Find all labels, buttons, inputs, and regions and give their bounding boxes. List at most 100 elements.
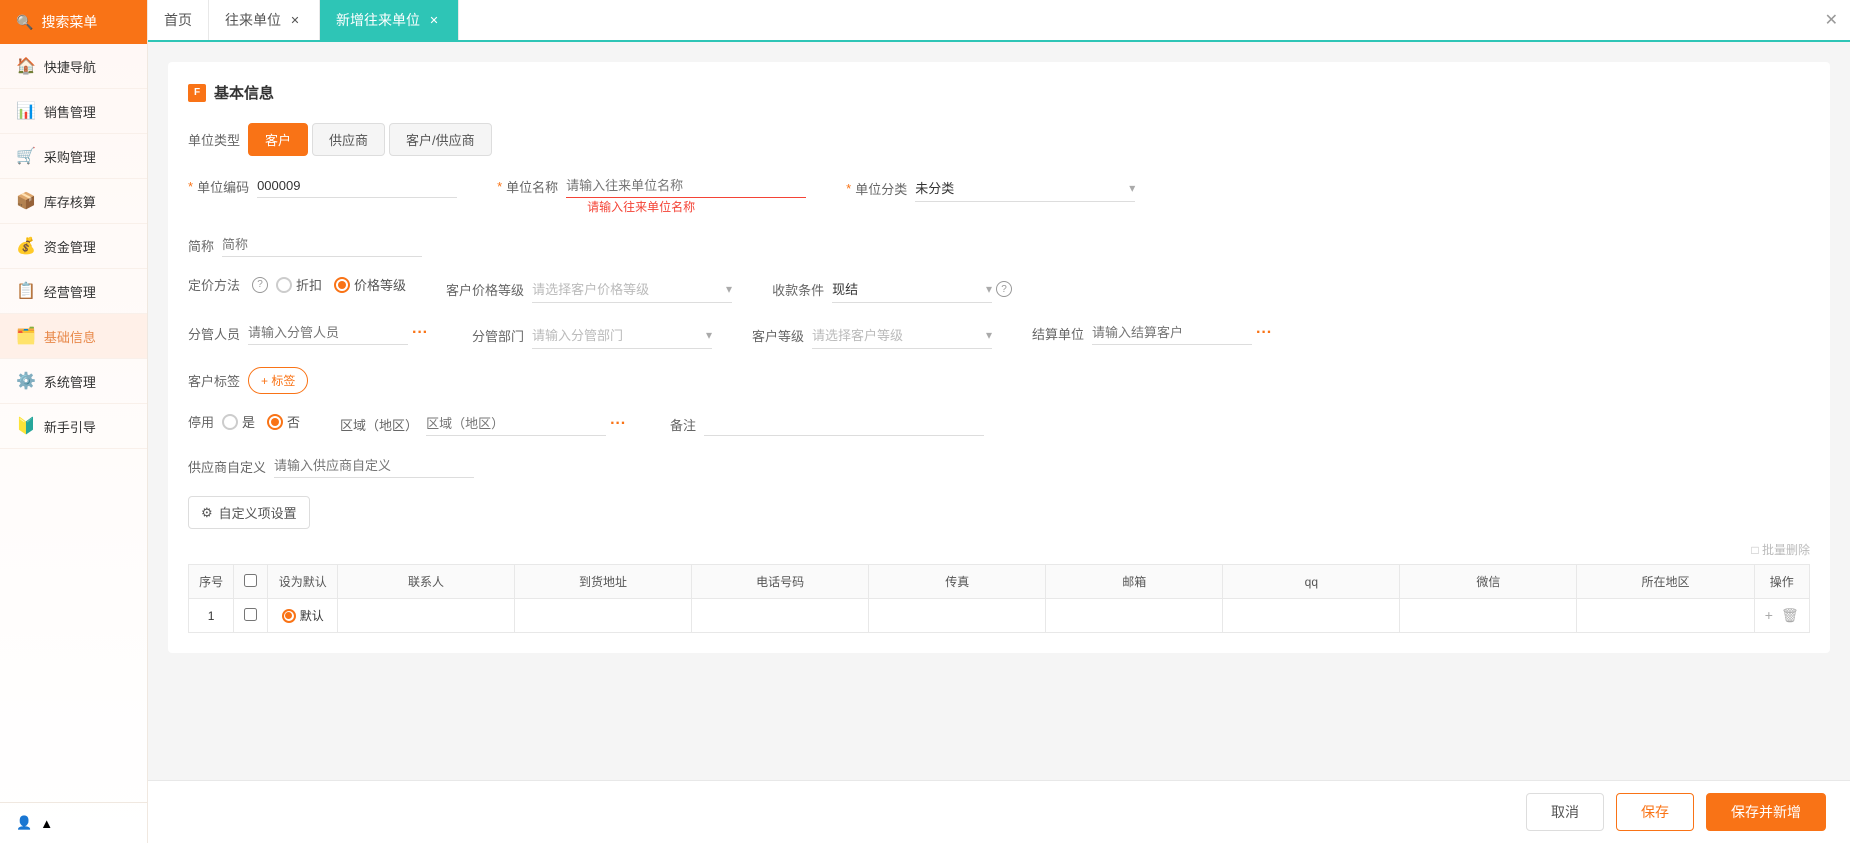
cancel-button[interactable]: 取消 xyxy=(1526,793,1604,831)
unit-category-select[interactable]: 未分类 ▾ xyxy=(915,174,1135,202)
type-btn-customer[interactable]: 客户 xyxy=(248,123,308,156)
pricing-discount-label: 折扣 xyxy=(296,275,322,294)
sidebar-item-basic[interactable]: 🗂️基础信息 xyxy=(0,314,147,359)
basic-label: 基础信息 xyxy=(44,327,96,346)
unit-name-input[interactable] xyxy=(566,174,806,198)
unit-type-group: 单位类型 客户 供应商 客户/供应商 xyxy=(188,123,492,156)
remark-group: 备注 xyxy=(670,412,984,436)
disable-no-radio[interactable]: 否 xyxy=(267,412,300,431)
system-label: 系统管理 xyxy=(44,372,96,391)
payment-terms-info-icon[interactable]: ? xyxy=(996,281,1012,297)
sidebar-item-operations[interactable]: 📋经营管理 xyxy=(0,269,147,314)
system-icon: ⚙️ xyxy=(16,371,36,391)
table-header: qq xyxy=(1223,565,1400,599)
row-delete-button[interactable]: 🗑 xyxy=(1781,607,1799,624)
save-new-button[interactable]: 保存并新增 xyxy=(1706,793,1826,831)
unit-type-buttons: 客户 供应商 客户/供应商 xyxy=(248,123,492,156)
customer-price-level-group: 客户价格等级 请选择客户价格等级 ▾ xyxy=(446,275,732,303)
gear-icon: ⚙ xyxy=(201,505,213,521)
pricing-info-icon[interactable]: ? xyxy=(252,277,268,293)
dept-chevron-icon: ▾ xyxy=(706,328,712,342)
batch-delete-icon: □ xyxy=(1751,543,1758,557)
row-fax xyxy=(869,599,1046,633)
row-wechat xyxy=(1400,599,1577,633)
unit-code-input[interactable] xyxy=(257,174,457,198)
disable-yes-radio[interactable]: 是 xyxy=(222,412,255,431)
region-input[interactable] xyxy=(426,412,606,436)
email-input[interactable] xyxy=(1064,609,1204,623)
customer-price-level-label: 客户价格等级 xyxy=(446,280,524,299)
sidebar-bottom[interactable]: 👤 ▲ xyxy=(0,802,147,843)
unit-category-label: 单位分类 xyxy=(855,179,907,198)
type-btn-both[interactable]: 客户/供应商 xyxy=(389,123,492,156)
row-region-input[interactable] xyxy=(1603,609,1728,623)
sidebar-item-inventory[interactable]: 📦库存核算 xyxy=(0,179,147,224)
abbr-input[interactable] xyxy=(222,233,422,257)
tab-home[interactable]: 首页 xyxy=(148,0,209,40)
purchase-label: 采购管理 xyxy=(44,147,96,166)
search-menu[interactable]: 🔍 搜索菜单 xyxy=(0,0,147,44)
save-button[interactable]: 保存 xyxy=(1616,793,1694,831)
customer-level-placeholder: 请选择客户等级 xyxy=(812,325,982,344)
row-add-button[interactable]: + xyxy=(1765,607,1773,624)
sidebar-item-finance[interactable]: 💰资金管理 xyxy=(0,224,147,269)
customer-level-select[interactable]: 请选择客户等级 ▾ xyxy=(812,321,992,349)
tab-close-vendor-list[interactable]: ✕ xyxy=(287,12,303,28)
sidebar-item-sales[interactable]: 📊销售管理 xyxy=(0,89,147,134)
payment-terms-select[interactable]: 现结 ▾ xyxy=(832,275,992,303)
tab-label-add-vendor: 新增往来单位 xyxy=(336,10,420,30)
add-tag-button[interactable]: + 标签 xyxy=(248,367,308,394)
settlement-ellipsis-button[interactable]: ··· xyxy=(1252,324,1276,342)
phone-input[interactable] xyxy=(710,609,850,623)
search-icon: 🔍 xyxy=(16,14,33,31)
sidebar-item-quick-nav[interactable]: 🏠快捷导航 xyxy=(0,44,147,89)
pricing-discount-radio[interactable]: 折扣 xyxy=(276,275,322,294)
pricing-radio-group: 折扣 价格等级 xyxy=(276,275,406,294)
batch-delete-button[interactable]: 批量删除 xyxy=(1762,543,1810,557)
dept-placeholder: 请输入分管部门 xyxy=(532,325,702,344)
remark-input[interactable] xyxy=(704,412,984,436)
settlement-input[interactable] xyxy=(1092,321,1252,345)
custom-settings-button[interactable]: ⚙ 自定义项设置 xyxy=(188,496,310,529)
customer-price-level-select[interactable]: 请选择客户价格等级 ▾ xyxy=(532,275,732,303)
qq-input[interactable] xyxy=(1249,609,1374,623)
row-checkbox[interactable] xyxy=(244,608,257,621)
unit-name-required-mark: * xyxy=(497,179,502,194)
type-btn-supplier[interactable]: 供应商 xyxy=(312,123,385,156)
manager-group: 分管人员 ··· xyxy=(188,321,432,345)
address-input[interactable] xyxy=(533,609,673,623)
manager-label: 分管人员 xyxy=(188,324,240,343)
table-header: 电话号码 xyxy=(692,565,869,599)
tab-vendor-list[interactable]: 往来单位✕ xyxy=(209,0,320,40)
pricing-level-radio[interactable]: 价格等级 xyxy=(334,275,406,294)
guide-icon: 🔰 xyxy=(16,416,36,436)
region-ellipsis-button[interactable]: ··· xyxy=(606,415,630,433)
tag-label: 客户标签 xyxy=(188,371,240,390)
disable-yes-label: 是 xyxy=(242,412,255,431)
supplier-custom-row: 供应商自定义 xyxy=(188,454,1810,478)
customer-level-chevron-icon: ▾ xyxy=(986,328,992,342)
row-email xyxy=(1046,599,1223,633)
page-content: F 基本信息 单位类型 客户 供应商 客户/供应商 * xyxy=(148,42,1850,780)
wechat-input[interactable] xyxy=(1426,609,1551,623)
sidebar-item-system[interactable]: ⚙️ 系统管理 xyxy=(0,359,147,404)
abbr-row: 简称 xyxy=(188,233,1810,257)
dept-select[interactable]: 请输入分管部门 ▾ xyxy=(532,321,712,349)
tab-close-add-vendor[interactable]: ✕ xyxy=(426,12,442,28)
contact-input[interactable] xyxy=(364,609,489,623)
sidebar-item-guide[interactable]: 🔰新手引导 xyxy=(0,404,147,449)
select-all-checkbox[interactable] xyxy=(244,574,257,587)
supplier-custom-group: 供应商自定义 xyxy=(188,454,474,478)
global-close-button[interactable]: ✕ xyxy=(1813,0,1850,40)
tab-add-vendor[interactable]: 新增往来单位 ✕ xyxy=(320,0,459,40)
operations-label: 经营管理 xyxy=(44,282,96,301)
sales-label: 销售管理 xyxy=(44,102,96,121)
fax-input[interactable] xyxy=(895,609,1020,623)
sidebar-item-purchase[interactable]: 🛒采购管理 xyxy=(0,134,147,179)
quick-nav-label: 快捷导航 xyxy=(44,57,96,76)
manager-ellipsis-button[interactable]: ··· xyxy=(408,324,432,342)
manager-input[interactable] xyxy=(248,321,408,345)
unit-category-group: * 单位分类 未分类 ▾ xyxy=(846,174,1135,202)
supplier-custom-input[interactable] xyxy=(274,454,474,478)
disable-group: 停用 是 否 xyxy=(188,412,300,431)
